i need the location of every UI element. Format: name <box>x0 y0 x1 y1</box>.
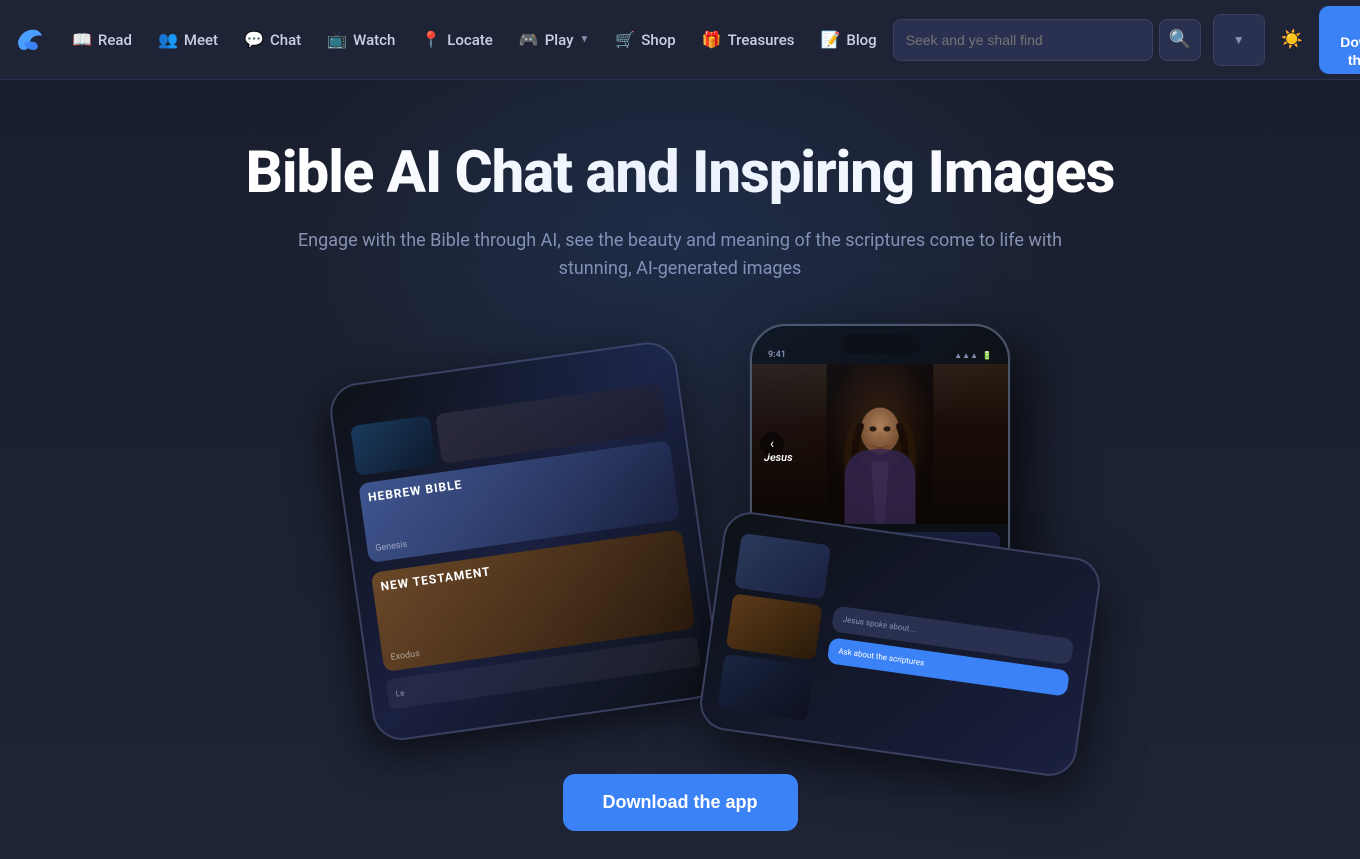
chevron-down-icon: ▼ <box>1233 33 1245 47</box>
horizontal-img-3 <box>717 654 814 721</box>
horizontal-img-1 <box>734 533 831 600</box>
nav-label-chat: Chat <box>270 31 301 49</box>
shop-icon: 🛒 <box>615 30 635 49</box>
read-icon: 📖 <box>72 30 92 49</box>
nav-item-chat[interactable]: 💬 Chat <box>232 22 313 57</box>
meet-icon: 👥 <box>158 30 178 49</box>
watch-icon: 📺 <box>327 30 347 49</box>
sun-icon: ☀️ <box>1280 29 1302 50</box>
nav-item-blog[interactable]: 📝 Blog <box>808 22 888 57</box>
blog-icon: 📝 <box>820 30 840 49</box>
nav-item-meet[interactable]: 👥 Meet <box>146 22 230 57</box>
phone-horizontal-screen: Jesus spoke about... Ask about the scrip… <box>699 511 1101 777</box>
nav-label-play: Play <box>545 31 574 49</box>
navbar: 📖 Read 👥 Meet 💬 Chat 📺 Watch 📍 Locate 🎮 … <box>0 0 1360 80</box>
hero-download-label: Download the app <box>603 792 758 812</box>
nav-controls: ▼ ☀️ ⬇ Download the App ● <box>1213 6 1360 74</box>
language-dropdown[interactable]: ▼ <box>1213 14 1265 66</box>
nav-item-shop[interactable]: 🛒 Shop <box>603 22 687 57</box>
jesus-image-area: Jesus ‹ <box>752 364 1008 524</box>
nav-label-treasures: Treasures <box>728 31 795 49</box>
search-input[interactable] <box>906 32 1106 48</box>
nav-item-play[interactable]: 🎮 Play ▼ <box>507 22 602 57</box>
phone-notch <box>840 334 920 354</box>
horizontal-img-2 <box>726 593 823 660</box>
nav-item-read[interactable]: 📖 Read <box>60 22 144 57</box>
search-bar <box>893 19 1153 61</box>
phones-container: HEBREW BIBLE Genesis NEW TESTAMENT Exodu… <box>330 324 1030 724</box>
nav-label-shop: Shop <box>641 31 675 49</box>
phone-horizontal-mockup: Jesus spoke about... Ask about the scrip… <box>697 509 1104 780</box>
nav-label-watch: Watch <box>353 31 395 49</box>
horizontal-image-column <box>717 533 831 721</box>
logo[interactable] <box>12 22 48 58</box>
phone-back-mockup: HEBREW BIBLE Genesis NEW TESTAMENT Exodu… <box>326 339 723 744</box>
search-container: 🔍 <box>893 19 1201 61</box>
download-label-line1: Download <box>1340 34 1360 50</box>
nav-label-locate: Locate <box>447 31 493 49</box>
download-label-line2: the App <box>1348 52 1360 68</box>
phone-back-screen: HEBREW BIBLE Genesis NEW TESTAMENT Exodu… <box>329 341 721 742</box>
nav-item-locate[interactable]: 📍 Locate <box>409 22 504 57</box>
download-app-button[interactable]: ⬇ Download the App <box>1319 6 1360 74</box>
nav-links: 📖 Read 👥 Meet 💬 Chat 📺 Watch 📍 Locate 🎮 … <box>60 22 889 57</box>
treasures-icon: 🎁 <box>702 30 722 49</box>
hero-download-button[interactable]: Download the app <box>563 774 798 831</box>
nav-label-meet: Meet <box>184 31 218 49</box>
hero-title: Bible AI Chat and Inspiring Images <box>246 140 1115 207</box>
hero-subtitle: Engage with the Bible through AI, see th… <box>290 227 1070 285</box>
play-dropdown-icon: ▼ <box>579 34 589 45</box>
nav-label-blog: Blog <box>846 31 876 49</box>
nav-item-treasures[interactable]: 🎁 Treasures <box>690 22 807 57</box>
nav-item-watch[interactable]: 📺 Watch <box>315 22 407 57</box>
hero-section: Bible AI Chat and Inspiring Images Engag… <box>0 80 1360 859</box>
play-icon: 🎮 <box>519 30 539 49</box>
search-magnifier-icon: 🔍 <box>1168 29 1190 50</box>
locate-icon: 📍 <box>421 30 441 49</box>
theme-toggle[interactable]: ☀️ <box>1271 19 1313 61</box>
horizontal-right-area: Jesus spoke about... Ask about the scrip… <box>827 606 1075 697</box>
search-button[interactable]: 🔍 <box>1159 19 1201 61</box>
nav-label-read: Read <box>98 31 132 49</box>
chat-icon: 💬 <box>244 30 264 49</box>
